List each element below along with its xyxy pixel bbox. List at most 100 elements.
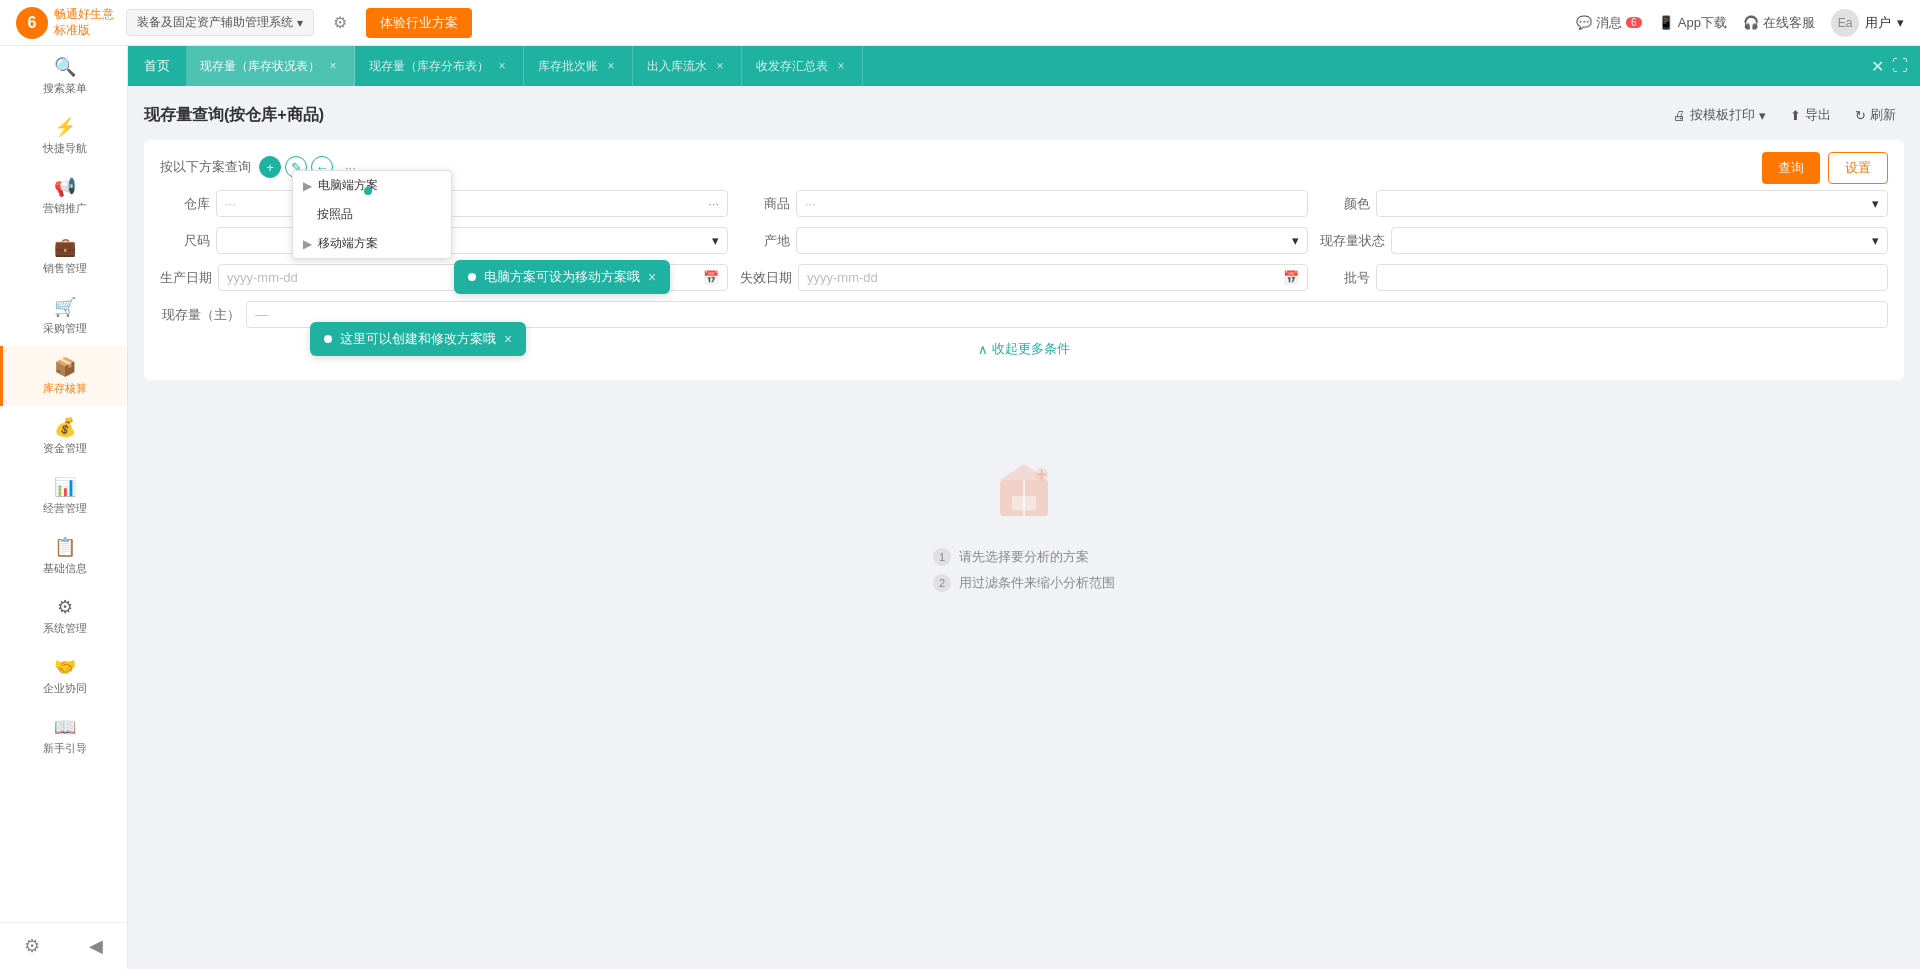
tooltip-scheme-switch: 电脑方案可设为移动方案哦 × (454, 260, 670, 294)
select-more-icon: ··· (708, 196, 719, 211)
tab-close-4[interactable]: × (834, 59, 848, 73)
sidebar-label-10: 企业协同 (43, 681, 87, 696)
batch-input[interactable] (1376, 264, 1888, 291)
tree-arrow2-icon: ▶ (303, 237, 312, 251)
scheme-tree-mobile[interactable]: ▶ 移动端方案 (293, 229, 451, 258)
sidebar-label-4: 采购管理 (43, 321, 87, 336)
sidebar-label-5: 库存核算 (43, 381, 87, 396)
sidebar-icon-6: 💰 (54, 416, 76, 438)
settings-form-button[interactable]: 设置 (1828, 152, 1888, 184)
size-chevron-icon: ▾ (712, 233, 719, 248)
sidebar-label-11: 新手引导 (43, 741, 87, 756)
page-title: 现存量查询(按仓库+商品) (144, 105, 324, 126)
tab-0[interactable]: 现存量（库存状况表） × (186, 46, 355, 86)
sidebar-collapse-button[interactable]: ◀ (81, 931, 111, 961)
tooltip-dot-icon (468, 273, 476, 281)
sidebar-icon-4: 🛒 (54, 296, 76, 318)
sidebar-settings-button[interactable]: ⚙ (16, 931, 48, 961)
calendar-icon: 📅 (703, 270, 719, 285)
print-button[interactable]: 🖨 按模板打印 ▾ (1665, 102, 1774, 128)
refresh-button[interactable]: ↻ 刷新 (1847, 102, 1904, 128)
headset-icon: 🎧 (1743, 15, 1759, 30)
sidebar-icon-3: 💼 (54, 236, 76, 258)
tab-fullscreen-button[interactable]: ⛶ (1892, 57, 1908, 75)
empty-tips: 1 请先选择要分析的方案 2 用过滤条件来缩小分析范围 (933, 548, 1115, 592)
sidebar-icon-5: 📦 (54, 356, 76, 378)
refresh-icon: ↻ (1855, 108, 1866, 123)
tab-label-4: 收发存汇总表 (756, 58, 828, 75)
export-icon: ⬆ (1790, 108, 1801, 123)
tab-4[interactable]: 收发存汇总表 × (742, 46, 863, 86)
color-chevron-icon: ▾ (1872, 196, 1879, 211)
tab-2[interactable]: 库存批次账 × (524, 46, 633, 86)
filter-stock-status: 现存量状态 ▾ (1320, 227, 1888, 254)
sidebar-item-系统管理[interactable]: ⚙ 系统管理 (0, 586, 127, 646)
tree-arrow-icon: ▶ (303, 179, 312, 193)
goods-select[interactable]: ··· (796, 190, 1308, 217)
sidebar-label-0: 搜索菜单 (43, 81, 87, 96)
tab-close-all-button[interactable]: ✕ (1871, 57, 1884, 76)
message-button[interactable]: 💬 消息 6 (1576, 14, 1642, 32)
tab-1[interactable]: 现存量（库存分布表） × (355, 46, 524, 86)
sidebar-item-库存核算[interactable]: 📦 库存核算 (0, 346, 127, 406)
user-chevron-icon: ▾ (1897, 15, 1904, 30)
origin-select[interactable]: ▾ (796, 227, 1308, 254)
chevron-up-icon: ∧ (978, 342, 988, 357)
scheme-tree-product[interactable]: 按照品 (293, 200, 451, 229)
filter-card: 按以下方案查询 + ✎ ← ··· 仓库 ··· (144, 140, 1904, 380)
sidebar-item-采购管理[interactable]: 🛒 采购管理 (0, 286, 127, 346)
filter-color: 颜色 ▾ (1320, 190, 1888, 217)
sidebar-item-经营管理[interactable]: 📊 经营管理 (0, 466, 127, 526)
scheme-tree-desktop[interactable]: ▶ 电脑端方案 (293, 171, 451, 200)
tab-close-0[interactable]: × (326, 59, 340, 73)
sidebar-item-企业协同[interactable]: 🤝 企业协同 (0, 646, 127, 706)
tooltip1-close-button[interactable]: × (648, 269, 656, 285)
empty-tip-2: 2 用过滤条件来缩小分析范围 (933, 574, 1115, 592)
header-settings-button[interactable]: ⚙ (326, 9, 354, 37)
tooltip-create-scheme: 这里可以创建和修改方案哦 × (310, 322, 526, 356)
online-support-button[interactable]: 🎧 在线客服 (1743, 14, 1815, 32)
sidebar-icon-9: ⚙ (57, 596, 73, 618)
phone-icon: 📱 (1658, 15, 1674, 30)
tab-3[interactable]: 出入库流水 × (633, 46, 742, 86)
sidebar-icon-10: 🤝 (54, 656, 76, 678)
sidebar-item-营销推广[interactable]: 📢 营销推广 (0, 166, 127, 226)
expire-date-input[interactable]: yyyy-mm-dd 📅 (798, 264, 1308, 291)
add-scheme-button[interactable]: + (259, 156, 281, 178)
origin-chevron-icon: ▾ (1292, 233, 1299, 248)
export-button[interactable]: ⬆ 导出 (1782, 102, 1839, 128)
filter-batch: 批号 (1320, 264, 1888, 291)
sidebar-label-7: 经营管理 (43, 501, 87, 516)
svg-rect-3 (1012, 496, 1036, 510)
stock-status-chevron-icon: ▾ (1872, 233, 1879, 248)
sidebar-item-新手引导[interactable]: 📖 新手引导 (0, 706, 127, 766)
user-menu[interactable]: Ea 用户 ▾ (1831, 9, 1904, 37)
print-chevron-icon: ▾ (1759, 108, 1766, 123)
app-logo-icon: 6 (16, 7, 48, 39)
sidebar-item-销售管理[interactable]: 💼 销售管理 (0, 226, 127, 286)
tab-close-1[interactable]: × (495, 59, 509, 73)
sidebar-label-6: 资金管理 (43, 441, 87, 456)
sidebar-item-搜索菜单[interactable]: 🔍 搜索菜单 (0, 46, 127, 106)
system-selector[interactable]: 装备及固定资产辅助管理系统 ▾ (126, 9, 314, 36)
app-download-button[interactable]: 📱 App下载 (1658, 14, 1727, 32)
tab-close-3[interactable]: × (713, 59, 727, 73)
color-select[interactable]: ▾ (1376, 190, 1888, 217)
sidebar-icon-0: 🔍 (54, 56, 76, 78)
chevron-down-icon: ▾ (297, 16, 303, 30)
tab-label-1: 现存量（库存分布表） (369, 58, 489, 75)
filter-label: 按以下方案查询 (160, 158, 251, 176)
tab-home[interactable]: 首页 (128, 46, 186, 86)
sidebar-item-资金管理[interactable]: 💰 资金管理 (0, 406, 127, 466)
sidebar-item-快捷导航[interactable]: ⚡ 快捷导航 (0, 106, 127, 166)
print-icon: 🖨 (1673, 108, 1686, 123)
stock-status-select[interactable]: ▾ (1391, 227, 1888, 254)
trial-button[interactable]: 体验行业方案 (366, 8, 472, 38)
sidebar-icon-1: ⚡ (54, 116, 76, 138)
tab-close-2[interactable]: × (604, 59, 618, 73)
filter-goods: 商品 ··· (740, 190, 1308, 217)
sidebar-item-基础信息[interactable]: 📋 基础信息 (0, 526, 127, 586)
query-button[interactable]: 查询 (1762, 152, 1820, 184)
sidebar-icon-7: 📊 (54, 476, 76, 498)
tooltip2-close-button[interactable]: × (504, 331, 512, 347)
